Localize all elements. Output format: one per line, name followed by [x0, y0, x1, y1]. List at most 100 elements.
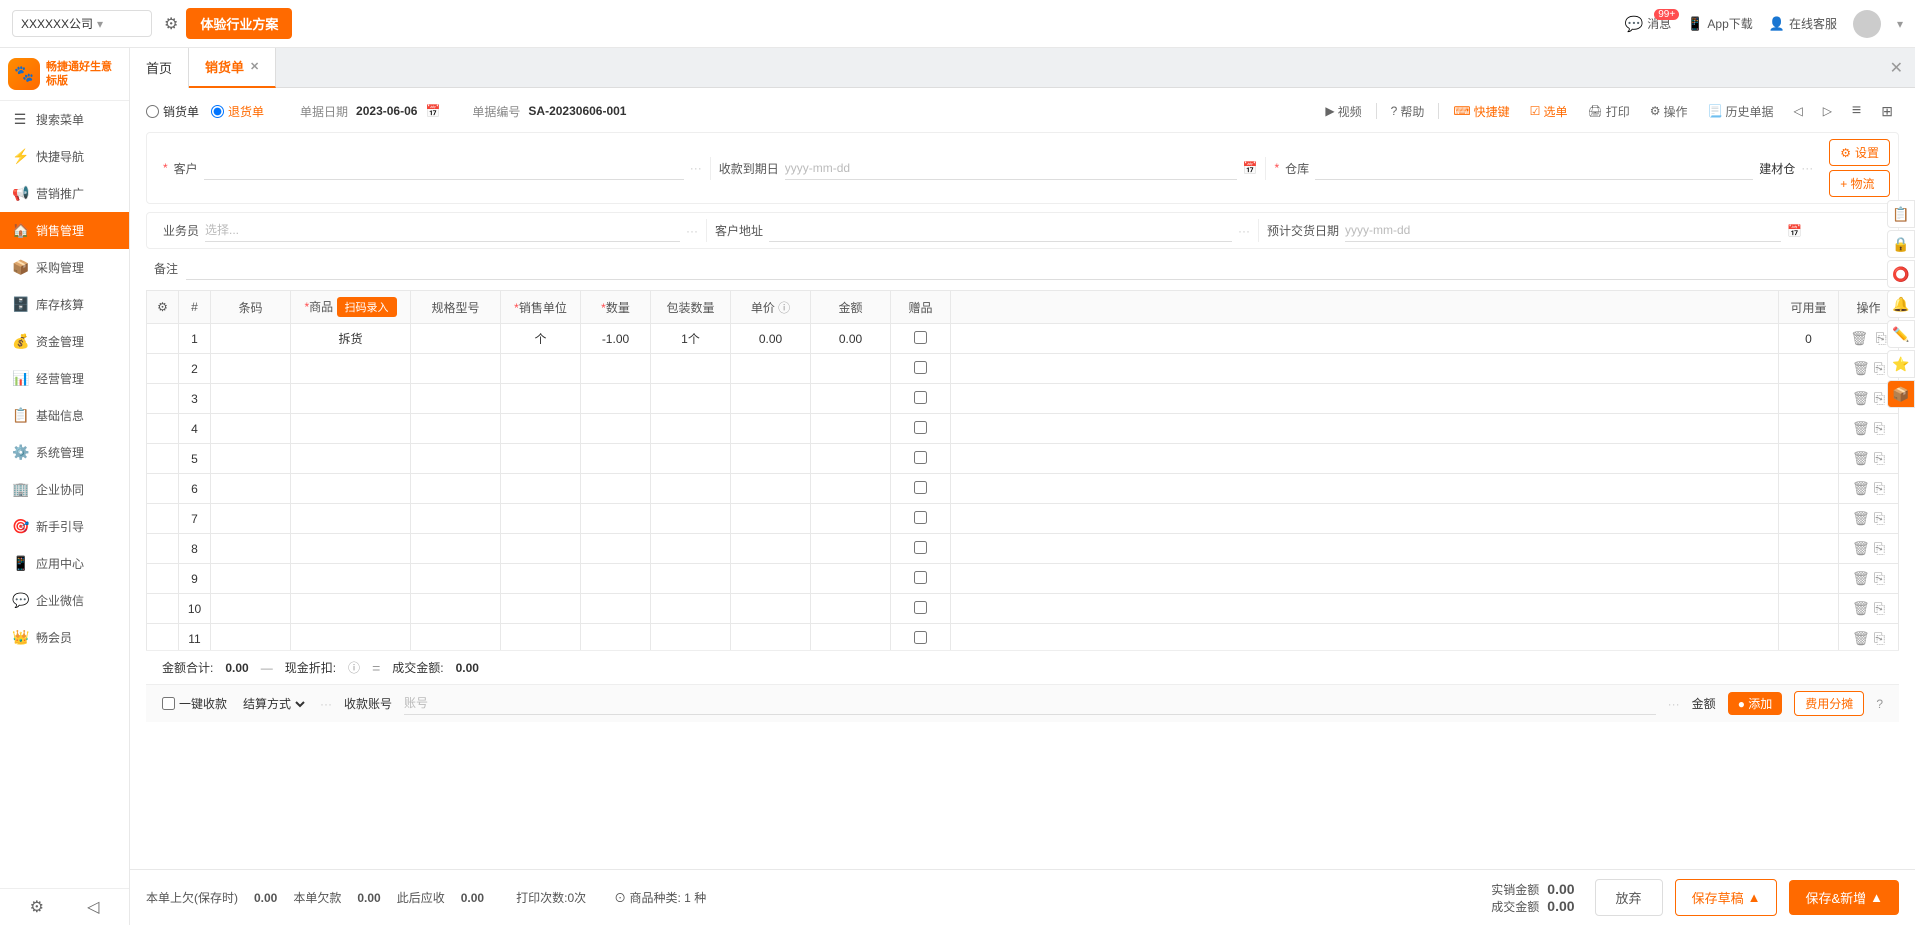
copy-icon[interactable]: ⎘ [1874, 630, 1885, 646]
copy-icon[interactable]: ⎘ [1874, 480, 1885, 496]
copy-icon[interactable]: ⎘ [1875, 330, 1886, 346]
one-click-payment-checkbox[interactable]: 一键收款 [162, 695, 227, 712]
row1-barcode[interactable] [211, 324, 291, 354]
discount-info-icon[interactable]: ⓘ [348, 659, 360, 676]
sidebar-item-quick-nav[interactable]: ⚡ 快捷导航 [0, 138, 129, 175]
shortcut-btn[interactable]: ⌨ 快捷键 [1447, 101, 1515, 122]
settlement-method-select[interactable]: 结算方式 [239, 696, 308, 712]
calendar-icon[interactable]: 📅 [425, 104, 440, 118]
history-btn[interactable]: 📃 历史单据 [1701, 101, 1779, 122]
right-panel-btn-1[interactable]: 📋 [1887, 200, 1915, 228]
account-input[interactable] [404, 692, 1656, 715]
row1-gift[interactable] [891, 324, 951, 354]
add-payment-btn[interactable]: ● 添加 [1728, 692, 1783, 715]
next-btn[interactable]: ▷ [1817, 102, 1838, 120]
sidebar-item-inventory[interactable]: 🗄️ 库存核算 [0, 286, 129, 323]
row1-amount[interactable]: 0.00 [811, 324, 891, 354]
sidebar-item-members[interactable]: 👑 畅会员 [0, 619, 129, 656]
copy-icon[interactable]: ⎘ [1874, 390, 1885, 406]
sidebar-item-purchase[interactable]: 📦 采购管理 [0, 249, 129, 286]
sidebar-item-system[interactable]: ⚙️ 系统管理 [0, 434, 129, 471]
tab-close-all-btn[interactable]: ✕ [1878, 58, 1915, 78]
sidebar-item-guide[interactable]: 🎯 新手引导 [0, 508, 129, 545]
right-panel-btn-3[interactable]: ⭕ [1887, 260, 1915, 288]
payment-due-input[interactable] [785, 157, 1237, 180]
settlement-dots[interactable]: ··· [320, 697, 332, 711]
copy-icon[interactable]: ⎘ [1874, 510, 1885, 526]
user-more-icon[interactable]: ▾ [1897, 17, 1903, 31]
warehouse-input[interactable] [1315, 157, 1753, 180]
expense-split-btn[interactable]: 费用分摊 [1794, 691, 1864, 716]
delete-icon[interactable]: 🗑 [1852, 450, 1870, 466]
save-draft-btn[interactable]: 保存草稿 ▲ [1675, 879, 1778, 916]
salesperson-more-btn[interactable]: ··· [686, 224, 698, 238]
copy-icon[interactable]: ⎘ [1874, 450, 1885, 466]
row1-pkgqty[interactable]: 1个 [651, 324, 731, 354]
sidebar-settings-btn[interactable]: ⚙ [30, 897, 44, 917]
radio-return-order[interactable]: 退货单 [211, 103, 264, 120]
right-panel-btn-6[interactable]: ⭐ [1887, 350, 1915, 378]
customer-addr-input[interactable] [769, 219, 1232, 242]
salesperson-input[interactable] [205, 219, 680, 242]
right-panel-btn-2[interactable]: 🔒 [1887, 230, 1915, 258]
tab-sales-order[interactable]: 销货单 ✕ [189, 48, 276, 88]
right-panel-btn-4[interactable]: 🔔 [1887, 290, 1915, 318]
delete-icon[interactable]: 🗑 [1852, 420, 1870, 436]
right-panel-btn-5[interactable]: ✏️ [1887, 320, 1915, 348]
radio-sales-order[interactable]: 销货单 [146, 103, 199, 120]
delete-icon[interactable]: 🗑 [1852, 510, 1870, 526]
notes-input[interactable] [186, 257, 1891, 280]
delete-icon[interactable]: 🗑 [1850, 330, 1868, 346]
logistics-btn[interactable]: + 物流 [1829, 170, 1890, 197]
copy-icon[interactable]: ⎘ [1874, 570, 1885, 586]
right-panel-btn-7[interactable]: 📦 [1887, 380, 1915, 408]
copy-icon[interactable]: ⎘ [1874, 360, 1885, 376]
row1-unit[interactable]: 个 [501, 324, 581, 354]
delete-icon[interactable]: 🗑 [1852, 630, 1870, 646]
copy-icon[interactable]: ⎘ [1874, 540, 1885, 556]
delete-icon[interactable]: 🗑 [1852, 540, 1870, 556]
customer-addr-more-btn[interactable]: ··· [1238, 224, 1250, 238]
sidebar-item-app-center[interactable]: 📱 应用中心 [0, 545, 129, 582]
select-order-btn[interactable]: ☑ 选单 [1524, 101, 1574, 122]
operations-btn[interactable]: ⚙ 操作 [1644, 101, 1694, 122]
col-header-settings[interactable]: ⚙ [147, 291, 179, 324]
sidebar-item-marketing[interactable]: 📢 营销推广 [0, 175, 129, 212]
sidebar-collapse-btn[interactable]: ◁ [87, 897, 99, 917]
save-new-btn[interactable]: 保存&新增 ▲ [1789, 880, 1899, 915]
sidebar-item-operations[interactable]: 📊 经营管理 [0, 360, 129, 397]
customer-input[interactable] [204, 157, 684, 180]
company-selector[interactable]: XXXXXX公司 ▾ [12, 10, 152, 37]
delete-icon[interactable]: 🗑 [1852, 570, 1870, 586]
grid-view-btn[interactable]: ⊞ [1875, 101, 1899, 122]
sidebar-item-wechat[interactable]: 💬 企业微信 [0, 582, 129, 619]
help-btn[interactable]: ? 帮助 [1385, 101, 1431, 122]
delete-icon[interactable]: 🗑 [1852, 600, 1870, 616]
messages-btn[interactable]: 💬 消息 99+ [1625, 15, 1672, 33]
product-types-icon[interactable]: ⊙ [614, 891, 626, 905]
copy-icon[interactable]: ⎘ [1874, 420, 1885, 436]
customer-more-btn[interactable]: ··· [690, 161, 702, 175]
copy-icon[interactable]: ⎘ [1874, 600, 1885, 616]
expense-info-icon[interactable]: ? [1876, 697, 1883, 711]
settings-btn[interactable]: ⚙ 设置 [1829, 139, 1890, 166]
prev-btn[interactable]: ◁ [1787, 102, 1808, 120]
sidebar-item-basic-info[interactable]: 📋 基础信息 [0, 397, 129, 434]
online-service-btn[interactable]: 👤 在线客服 [1769, 15, 1837, 32]
warehouse-more-btn[interactable]: ··· [1801, 161, 1813, 175]
sidebar-item-finance[interactable]: 💰 资金管理 [0, 323, 129, 360]
delete-icon[interactable]: 🗑 [1852, 480, 1870, 496]
delete-icon[interactable]: 🗑 [1852, 390, 1870, 406]
sidebar-item-sales[interactable]: 🏠 销售管理 [0, 212, 129, 249]
row1-product[interactable]: 拆货 [291, 324, 411, 354]
video-btn[interactable]: ▶ 视频 [1319, 101, 1367, 122]
account-more-btn[interactable]: ··· [1668, 697, 1680, 711]
print-btn[interactable]: 🖨 打印 [1581, 101, 1635, 122]
row1-price[interactable]: 0.00 [731, 324, 811, 354]
tab-close-icon[interactable]: ✕ [250, 60, 259, 73]
tab-home[interactable]: 首页 [130, 48, 189, 88]
scan-btn[interactable]: 扫码录入 [337, 297, 397, 317]
discard-btn[interactable]: 放弃 [1595, 879, 1663, 916]
sidebar-item-enterprise[interactable]: 🏢 企业协同 [0, 471, 129, 508]
row1-spec[interactable] [411, 324, 501, 354]
